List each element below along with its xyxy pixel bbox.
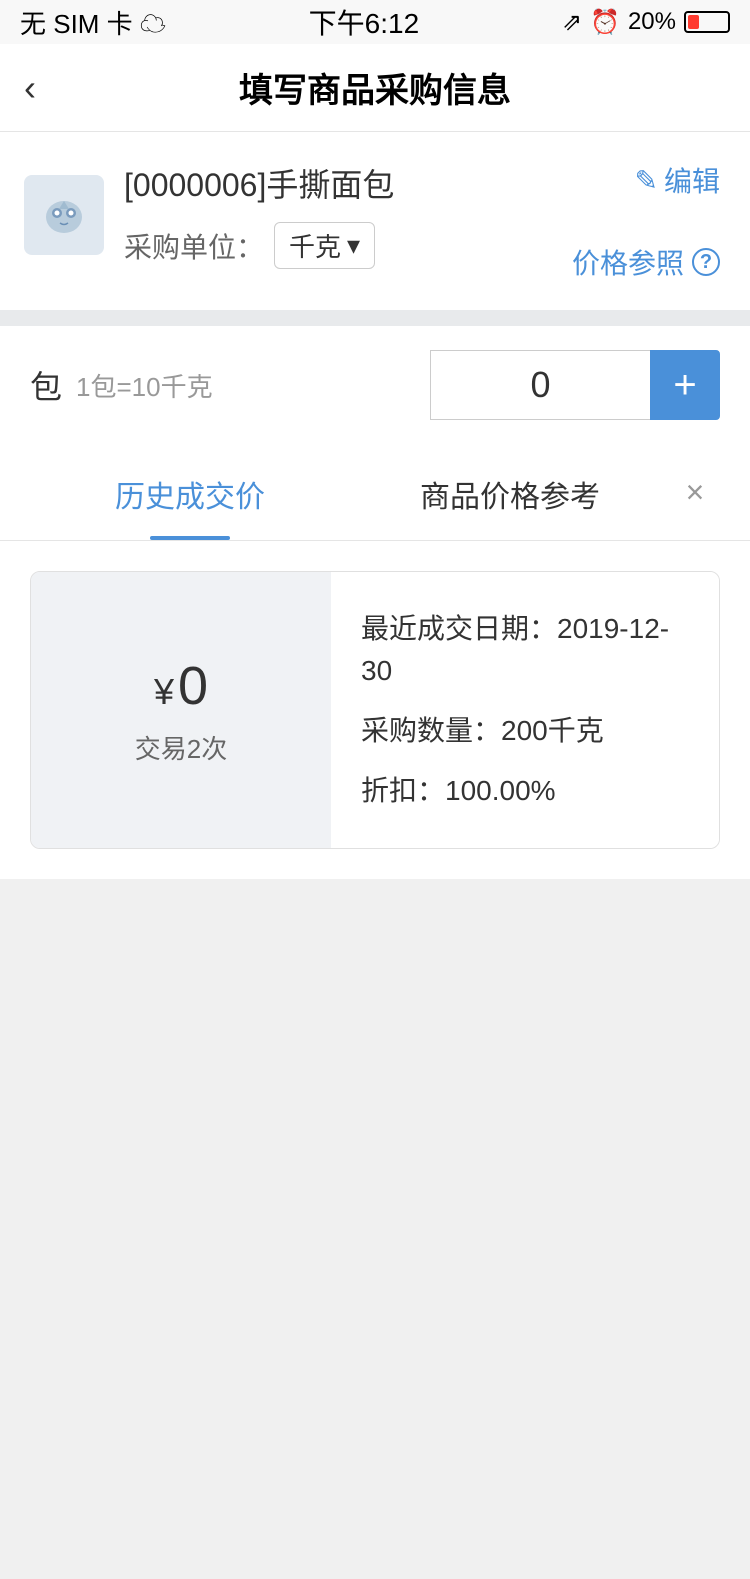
quantity-input[interactable] <box>430 350 650 420</box>
page-title: 填写商品采购信息 <box>239 63 511 112</box>
product-name: [0000006]手撕面包 <box>124 160 394 206</box>
product-thumbnail <box>24 175 104 255</box>
quantity-unit-badge: 包 <box>30 362 62 408</box>
unit-label: 采购单位： <box>124 226 264 266</box>
battery-icon <box>684 11 730 33</box>
info-icon: ? <box>692 248 720 276</box>
dropdown-icon: ▾ <box>347 230 360 261</box>
price-ref-button[interactable]: 价格参照 ? <box>572 242 720 282</box>
tab-close-button[interactable]: × <box>670 467 720 517</box>
product-section: [0000006]手撕面包 采购单位： 千克 ▾ ✎ 编辑 价格参照 ? <box>0 132 750 310</box>
price-ref-label: 价格参照 <box>572 242 684 282</box>
quantity-section: 包 1包=10千克 + <box>0 326 750 444</box>
status-bar: 无 SIM 卡 ☁ 下午6:12 ⇗ ⏰ 20% <box>0 0 750 44</box>
section-divider <box>0 310 750 326</box>
price-value: 0 <box>178 655 208 717</box>
product-unit-row: 采购单位： 千克 ▾ <box>124 222 394 269</box>
edit-icon: ✎ <box>635 164 658 197</box>
product-info: [0000006]手撕面包 采购单位： 千克 ▾ <box>124 160 394 269</box>
price-symbol: ¥ <box>154 671 174 713</box>
history-card: ¥ 0 交易2次 最近成交日期：2019-12-30 采购数量：200千克 折扣… <box>30 571 720 849</box>
tab-history-price[interactable]: 历史成交价 <box>30 444 350 540</box>
edit-button[interactable]: ✎ 编辑 <box>635 160 720 200</box>
quantity-detail-label: 采购数量： <box>361 715 501 746</box>
quantity-detail-value: 200千克 <box>501 715 604 746</box>
recent-date-row: 最近成交日期：2019-12-30 <box>361 608 689 692</box>
quantity-label: 包 1包=10千克 <box>30 362 213 408</box>
discount-label: 折扣： <box>361 775 445 806</box>
battery-percent: 20% <box>628 8 676 36</box>
nav-bar: ‹ 填写商品采购信息 <box>0 44 750 132</box>
back-button[interactable]: ‹ <box>24 67 36 109</box>
discount-value: 100.00% <box>445 775 556 806</box>
status-time: 下午6:12 <box>309 2 420 42</box>
tab-section: 历史成交价 商品价格参考 × ¥ 0 交易2次 最近成交日期：2019-12-3… <box>0 444 750 879</box>
history-content: ¥ 0 交易2次 最近成交日期：2019-12-30 采购数量：200千克 折扣… <box>0 541 750 879</box>
quantity-unit-conversion: 1包=10千克 <box>76 367 213 404</box>
unit-value: 千克 <box>289 227 341 264</box>
tab-header: 历史成交价 商品价格参考 × <box>0 444 750 541</box>
status-right: ⇗ ⏰ 20% <box>562 8 730 37</box>
card-price: ¥ 0 <box>154 655 208 717</box>
card-detail-section: 最近成交日期：2019-12-30 采购数量：200千克 折扣：100.00% <box>331 572 719 848</box>
location-icon: ⇗ <box>562 8 582 37</box>
quantity-row: 采购数量：200千克 <box>361 710 689 752</box>
recent-date-label: 最近成交日期： <box>361 613 557 644</box>
product-left: [0000006]手撕面包 采购单位： 千克 ▾ <box>24 160 394 269</box>
quantity-control: + <box>430 350 720 420</box>
card-price-section: ¥ 0 交易2次 <box>31 572 331 848</box>
discount-row: 折扣：100.00% <box>361 770 689 812</box>
edit-label: 编辑 <box>664 160 720 200</box>
status-left: 无 SIM 卡 ☁ <box>20 4 166 41</box>
quantity-plus-button[interactable]: + <box>650 350 720 420</box>
trade-count: 交易2次 <box>135 729 227 766</box>
alarm-icon: ⏰ <box>590 8 620 37</box>
tab-product-price-ref[interactable]: 商品价格参考 <box>350 444 670 540</box>
main-content <box>0 879 750 1579</box>
sim-status: 无 SIM 卡 ☁ <box>20 4 166 41</box>
unit-select[interactable]: 千克 ▾ <box>274 222 375 269</box>
